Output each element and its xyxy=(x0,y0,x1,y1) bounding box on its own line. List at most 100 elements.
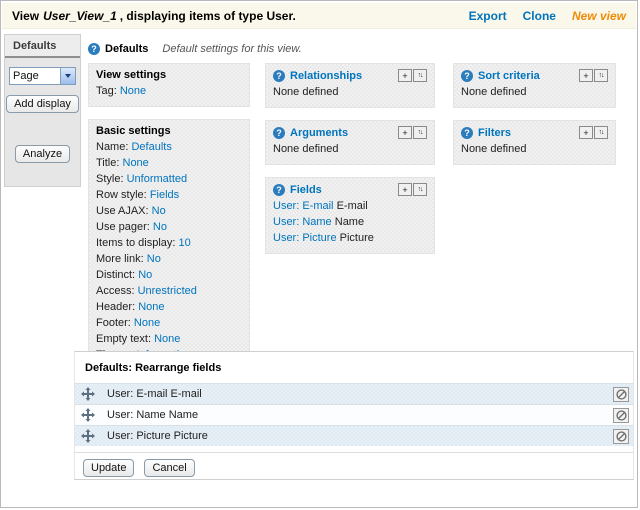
setting-label: Use pager: xyxy=(96,221,150,233)
panel-sort-criteria: ? Sort criteria + ↑↓ None defined xyxy=(453,63,616,108)
setting-use-ajax-link[interactable]: No xyxy=(152,205,166,217)
drag-handle-icon[interactable] xyxy=(81,429,95,443)
field-email-label: E-mail xyxy=(336,200,368,212)
export-link[interactable]: Export xyxy=(469,9,507,23)
setting-empty-text-link[interactable]: None xyxy=(154,333,180,345)
add-display-button[interactable]: Add display xyxy=(6,95,79,113)
table-row[interactable]: User: Name Name xyxy=(75,404,633,425)
setting-label: Tag: xyxy=(96,85,117,97)
help-icon[interactable]: ? xyxy=(273,69,285,82)
setting-header-link[interactable]: None xyxy=(138,301,164,313)
new-view-link[interactable]: New view xyxy=(572,9,626,23)
setting-label: Empty text: xyxy=(96,333,152,345)
field-name-link[interactable]: User: Name xyxy=(273,216,332,228)
select-dropdown-button[interactable] xyxy=(60,68,75,84)
setting-access-link[interactable]: Unrestricted xyxy=(138,285,197,297)
help-icon[interactable]: ? xyxy=(461,126,473,139)
setting-use-pager-link[interactable]: No xyxy=(153,221,167,233)
setting-footer: Footer: None xyxy=(96,315,242,331)
relationships-title-link[interactable]: Relationships xyxy=(290,70,362,82)
setting-style-link[interactable]: Unformatted xyxy=(127,173,188,185)
header-actions: Export Clone New view xyxy=(469,9,626,23)
filters-empty-text: None defined xyxy=(461,143,527,155)
remove-field-button[interactable] xyxy=(613,386,629,402)
setting-style: Style: Unformatted xyxy=(96,171,242,187)
setting-label: Access: xyxy=(96,285,135,297)
fields-title-link[interactable]: Fields xyxy=(290,184,322,196)
defaults-heading: ? Defaults Default settings for this vie… xyxy=(88,43,627,55)
page-header: View User_View_1 , displaying items of t… xyxy=(2,3,636,29)
setting-more-link-link[interactable]: No xyxy=(147,253,161,265)
sort-criteria-title-link[interactable]: Sort criteria xyxy=(478,70,540,82)
rearrange-filters-button[interactable]: ↑↓ xyxy=(594,126,608,139)
panel-basic-settings: Basic settings Name: Defaults Title: Non… xyxy=(88,119,250,371)
help-icon[interactable]: ? xyxy=(88,43,100,55)
add-field-button[interactable]: + xyxy=(398,183,412,196)
add-filter-button[interactable]: + xyxy=(579,126,593,139)
rearrange-row-label: User: Picture Picture xyxy=(107,430,208,442)
field-picture-link[interactable]: User: Picture xyxy=(273,232,337,244)
help-icon[interactable]: ? xyxy=(273,126,285,139)
add-relationship-button[interactable]: + xyxy=(398,69,412,82)
field-picture-label: Picture xyxy=(339,232,374,244)
add-argument-button[interactable]: + xyxy=(398,126,412,139)
setting-use-ajax: Use AJAX: No xyxy=(96,203,242,219)
table-row[interactable]: User: E-mail E-mail xyxy=(75,383,633,404)
setting-label: Distinct: xyxy=(96,269,136,281)
setting-name: Name: Defaults xyxy=(96,139,242,155)
remove-field-button[interactable] xyxy=(613,428,629,444)
rearrange-row-label: User: Name Name xyxy=(107,409,199,421)
setting-row-style-link[interactable]: Fields xyxy=(150,189,179,201)
arguments-title-link[interactable]: Arguments xyxy=(290,127,348,139)
drag-handle-icon[interactable] xyxy=(81,408,95,422)
analyze-button[interactable]: Analyze xyxy=(14,145,71,163)
table-row[interactable]: User: Picture Picture xyxy=(75,425,633,446)
field-item-name: User: Name Name xyxy=(273,214,427,230)
setting-name-link[interactable]: Defaults xyxy=(131,141,171,153)
defaults-heading-note: Default settings for this view. xyxy=(162,43,302,55)
setting-footer-link[interactable]: None xyxy=(134,317,160,329)
tab-defaults[interactable]: Defaults xyxy=(5,35,80,58)
cancel-button[interactable]: Cancel xyxy=(144,459,195,477)
setting-empty-text: Empty text: None xyxy=(96,331,242,347)
relationships-empty-text: None defined xyxy=(273,86,339,98)
setting-items-link[interactable]: 10 xyxy=(179,237,191,249)
setting-label: Row style: xyxy=(96,189,147,201)
setting-title-link[interactable]: None xyxy=(123,157,149,169)
remove-icon xyxy=(615,409,627,421)
clone-link[interactable]: Clone xyxy=(523,9,556,23)
view-name: User_View_1 xyxy=(43,8,117,23)
setting-tag-link[interactable]: None xyxy=(120,85,146,97)
remove-field-button[interactable] xyxy=(613,407,629,423)
view-title-prefix: View xyxy=(12,8,40,23)
setting-distinct: Distinct: No xyxy=(96,267,242,283)
panel-relationships: ? Relationships + ↑↓ None defined xyxy=(265,63,435,108)
rearrange-fields-button[interactable]: ↑↓ xyxy=(413,183,427,196)
chevron-down-icon xyxy=(65,74,71,78)
remove-icon xyxy=(615,430,627,442)
rearrange-relationships-button[interactable]: ↑↓ xyxy=(413,69,427,82)
field-email-link[interactable]: User: E-mail xyxy=(273,200,334,212)
drag-handle-icon[interactable] xyxy=(81,387,95,401)
display-sidebar: Defaults Page Add display Analyze xyxy=(4,34,81,187)
defaults-heading-title: Defaults xyxy=(105,43,149,55)
column-middle: ? Relationships + ↑↓ None defined ? Argu… xyxy=(265,63,435,266)
setting-label: More link: xyxy=(96,253,144,265)
display-type-select[interactable]: Page xyxy=(9,67,76,85)
remove-icon xyxy=(615,388,627,400)
panel-view-settings: View settings Tag: None xyxy=(88,63,250,107)
setting-distinct-link[interactable]: No xyxy=(138,269,152,281)
filters-title-link[interactable]: Filters xyxy=(478,127,511,139)
rearrange-sorts-button[interactable]: ↑↓ xyxy=(594,69,608,82)
panel-filters: ? Filters + ↑↓ None defined xyxy=(453,120,616,165)
panel-fields: ? Fields + ↑↓ User: E-mail E-mail User: … xyxy=(265,177,435,254)
help-icon[interactable]: ? xyxy=(461,69,473,82)
setting-label: Style: xyxy=(96,173,124,185)
setting-access: Access: Unrestricted xyxy=(96,283,242,299)
panel-arguments: ? Arguments + ↑↓ None defined xyxy=(265,120,435,165)
rearrange-arguments-button[interactable]: ↑↓ xyxy=(413,126,427,139)
add-sort-button[interactable]: + xyxy=(579,69,593,82)
help-icon[interactable]: ? xyxy=(273,183,285,196)
column-right: ? Sort criteria + ↑↓ None defined ? Filt… xyxy=(453,63,616,177)
update-button[interactable]: Update xyxy=(83,459,135,477)
